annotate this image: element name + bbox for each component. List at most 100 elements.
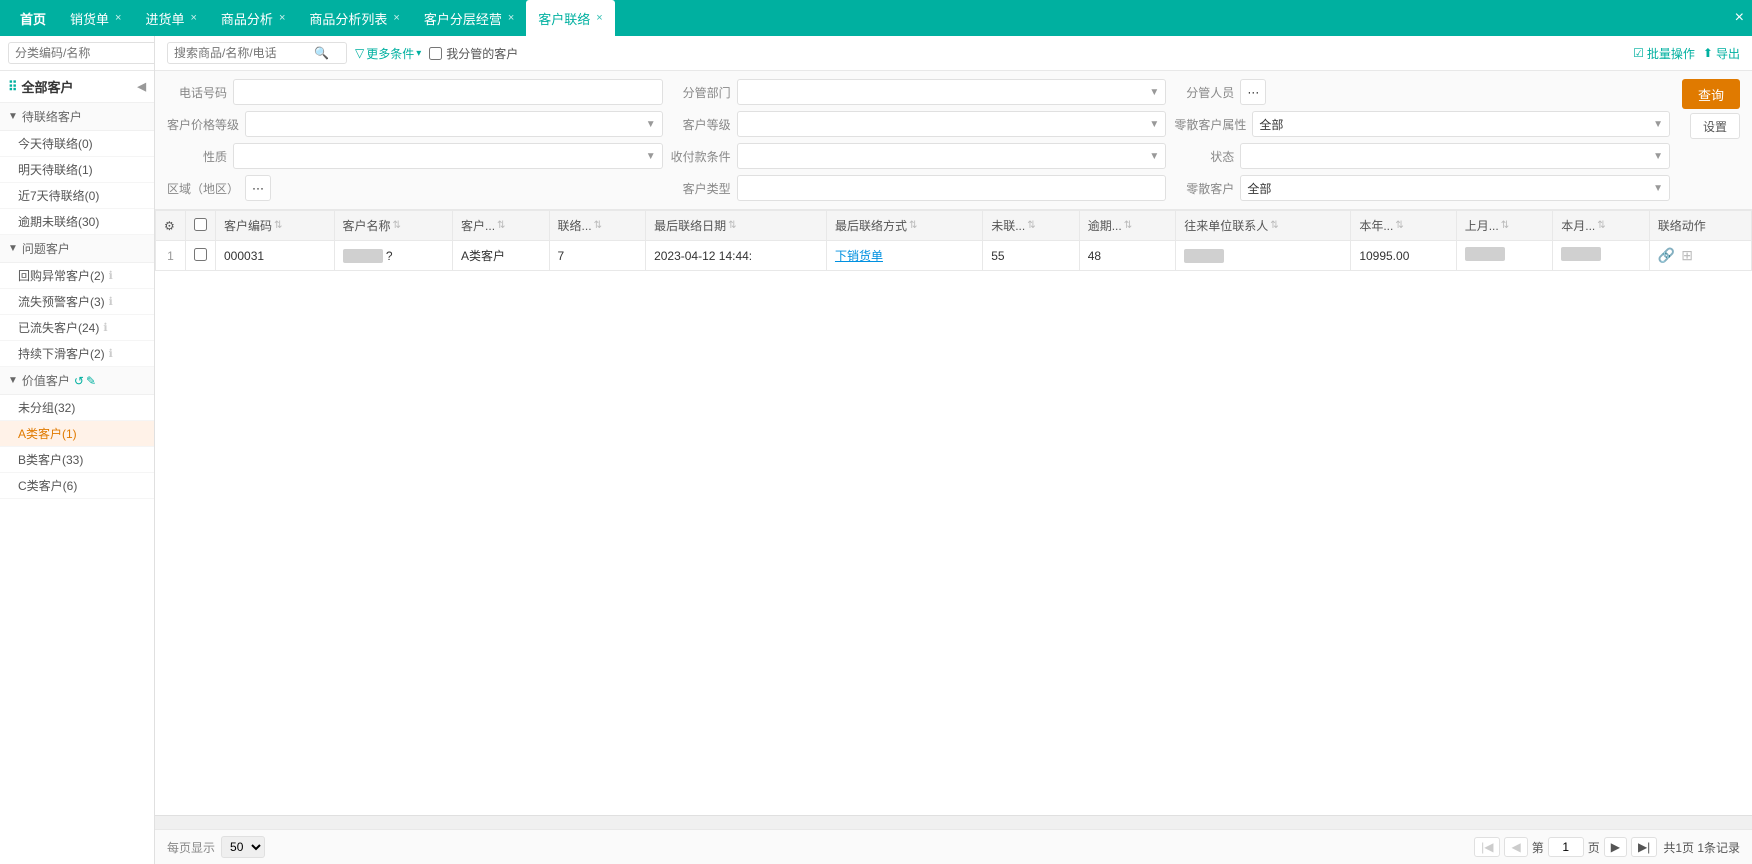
customer-level-select[interactable]: ▼: [737, 111, 1167, 137]
sidebar-item-unclassified[interactable]: 未分组(32): [0, 395, 154, 421]
nav-customer-contact[interactable]: 客户联络 ×: [526, 0, 614, 36]
nav-purchase[interactable]: 进货单 ×: [133, 0, 208, 36]
sidebar-item-overdue[interactable]: 逾期未联络(30): [0, 209, 154, 235]
field-status: 状态 ▼: [1174, 143, 1670, 169]
chevron-down-icon: ▾: [416, 48, 421, 59]
retail-attr-select[interactable]: 全部 ▼: [1252, 111, 1670, 137]
th-last-month[interactable]: 上月... ⇅: [1456, 211, 1553, 241]
sidebar-item-repurchase-abnormal[interactable]: 回购异常客户(2) ℹ: [0, 263, 154, 289]
sidebar-item-b-class[interactable]: B类客户(33): [0, 447, 154, 473]
sidebar-item-7days[interactable]: 近7天待联络(0): [0, 183, 154, 209]
row-checkbox[interactable]: [194, 248, 207, 261]
price-level-select[interactable]: ▼: [245, 111, 663, 137]
cell-index: 1: [156, 241, 186, 271]
query-button[interactable]: 查询: [1682, 79, 1740, 109]
th-name[interactable]: 客户名称 ⇅: [334, 211, 453, 241]
my-customers-checkbox-area: 我分管的客户: [429, 45, 518, 62]
sidebar-item-today[interactable]: 今天待联络(0): [0, 131, 154, 157]
th-level[interactable]: 客户... ⇅: [453, 211, 550, 241]
payment-arrow-icon: ▼: [1149, 151, 1159, 162]
close-customer-layer[interactable]: ×: [508, 12, 514, 24]
my-customers-checkbox[interactable]: [429, 47, 442, 60]
content-area: 🔍 ▽ 更多条件 ▾ 我分管的客户 ☑ 批量操作 ⬆ 导出: [155, 36, 1752, 864]
horizontal-scrollbar[interactable]: [155, 815, 1752, 829]
close-sales[interactable]: ×: [115, 12, 121, 24]
sidebar-item-churn-warning[interactable]: 流失预警客户(3) ℹ: [0, 289, 154, 315]
per-page-select[interactable]: 50: [221, 836, 265, 858]
status-select[interactable]: ▼: [1240, 143, 1670, 169]
nav-product-list[interactable]: 商品分析列表 ×: [297, 0, 411, 36]
th-not-contacted[interactable]: 未联... ⇅: [983, 211, 1080, 241]
settings-button[interactable]: 设置: [1690, 113, 1740, 139]
sidebar-all-customers[interactable]: ⠿ 全部客户 ◀: [0, 71, 154, 103]
select-all-checkbox[interactable]: [194, 218, 207, 231]
th-contact[interactable]: 联络... ⇅: [549, 211, 646, 241]
close-all-tabs[interactable]: ×: [1735, 9, 1744, 27]
filter-search-input[interactable]: [174, 46, 314, 60]
filter-search-box: 🔍: [167, 42, 347, 64]
sidebar-item-churned[interactable]: 已流失客户(24) ℹ: [0, 315, 154, 341]
sidebar-item-c-class[interactable]: C类客户(6): [0, 473, 154, 499]
export-btn[interactable]: ⬆ 导出: [1703, 45, 1740, 62]
nature-select[interactable]: ▼: [233, 143, 663, 169]
region-dots-btn[interactable]: ···: [245, 175, 271, 201]
last-month-redact: [1465, 247, 1505, 261]
th-settings[interactable]: ⚙: [156, 211, 186, 241]
close-product-analysis[interactable]: ×: [279, 12, 285, 24]
th-checkbox[interactable]: [186, 211, 216, 241]
sort-name-icon: ⇅: [393, 220, 401, 231]
dept-arrow-icon: ▼: [1149, 87, 1159, 98]
th-this-year[interactable]: 本年... ⇅: [1351, 211, 1456, 241]
th-code[interactable]: 客户编码 ⇅: [216, 211, 335, 241]
refresh-icon[interactable]: ↺: [74, 374, 84, 388]
field-retail-attr: 零散客户属性 全部 ▼: [1174, 111, 1670, 137]
cell-contact: 7: [549, 241, 646, 271]
th-last-method[interactable]: 最后联络方式 ⇅: [826, 211, 982, 241]
nav-product-analysis[interactable]: 商品分析 ×: [209, 0, 297, 36]
filter-bar: 🔍 ▽ 更多条件 ▾ 我分管的客户 ☑ 批量操作 ⬆ 导出: [155, 36, 1752, 71]
grid-action-icon[interactable]: ⊞: [1681, 247, 1693, 264]
link-action-icon[interactable]: 🔗: [1658, 247, 1675, 264]
cell-level: A类客户: [453, 241, 550, 271]
nav-customer-layer[interactable]: 客户分层经营 ×: [412, 0, 526, 36]
close-product-list[interactable]: ×: [393, 12, 399, 24]
dept-select[interactable]: ▼: [737, 79, 1167, 105]
th-last-date[interactable]: 最后联络日期 ⇅: [646, 211, 827, 241]
batch-ops-btn[interactable]: ☑ 批量操作: [1633, 45, 1695, 62]
th-overdue[interactable]: 逾期... ⇅: [1079, 211, 1176, 241]
more-conditions-btn[interactable]: ▽ 更多条件 ▾: [355, 45, 421, 62]
sidebar-collapse-btn[interactable]: ◀: [138, 80, 146, 93]
adv-filter-row-1: 电话号码 分管部门 ▼ 分管人员 ···: [167, 79, 1670, 105]
sort-code-icon: ⇅: [274, 220, 282, 231]
close-purchase[interactable]: ×: [190, 12, 196, 24]
nav-home[interactable]: 首页: [8, 0, 58, 36]
customer-level-arrow-icon: ▼: [1149, 119, 1159, 130]
sidebar-item-tomorrow[interactable]: 明天待联络(1): [0, 157, 154, 183]
first-page-btn[interactable]: |◀: [1474, 837, 1500, 857]
prev-page-btn[interactable]: ◀: [1504, 837, 1527, 857]
filter-search-icon[interactable]: 🔍: [314, 46, 329, 60]
close-customer-contact[interactable]: ×: [596, 12, 602, 24]
sidebar-search-input[interactable]: [8, 42, 155, 64]
edit-icon[interactable]: ✎: [86, 374, 96, 388]
main-layout: 🔍 ⠿ 全部客户 ◀ ▼ 待联络客户 今天待联络(0) 明天待联络(1) 近7天…: [0, 36, 1752, 864]
retail-select[interactable]: 全部 ▼: [1240, 175, 1670, 201]
sidebar-item-declining[interactable]: 持续下滑客户(2) ℹ: [0, 341, 154, 367]
page-input[interactable]: [1548, 837, 1584, 857]
cell-last-method[interactable]: 下销货单: [826, 241, 982, 271]
filter-actions: 查询 设置: [1682, 79, 1740, 139]
last-page-btn[interactable]: ▶|: [1631, 837, 1657, 857]
field-nature: 性质 ▼: [167, 143, 663, 169]
cell-checkbox[interactable]: [186, 241, 216, 271]
th-contact-person[interactable]: 往来单位联系人 ⇅: [1176, 211, 1351, 241]
next-page-btn[interactable]: ▶: [1604, 837, 1627, 857]
nav-sales[interactable]: 销货单 ×: [58, 0, 133, 36]
cell-code: 000031: [216, 241, 335, 271]
payment-select[interactable]: ▼: [737, 143, 1167, 169]
th-this-month[interactable]: 本月... ⇅: [1553, 211, 1650, 241]
manager-dots-btn[interactable]: ···: [1240, 79, 1266, 105]
phone-input[interactable]: [233, 79, 663, 105]
customer-type-input[interactable]: [737, 175, 1167, 201]
sidebar-item-a-class[interactable]: A类客户(1): [0, 421, 154, 447]
cell-this-year: 10995.00: [1351, 241, 1456, 271]
